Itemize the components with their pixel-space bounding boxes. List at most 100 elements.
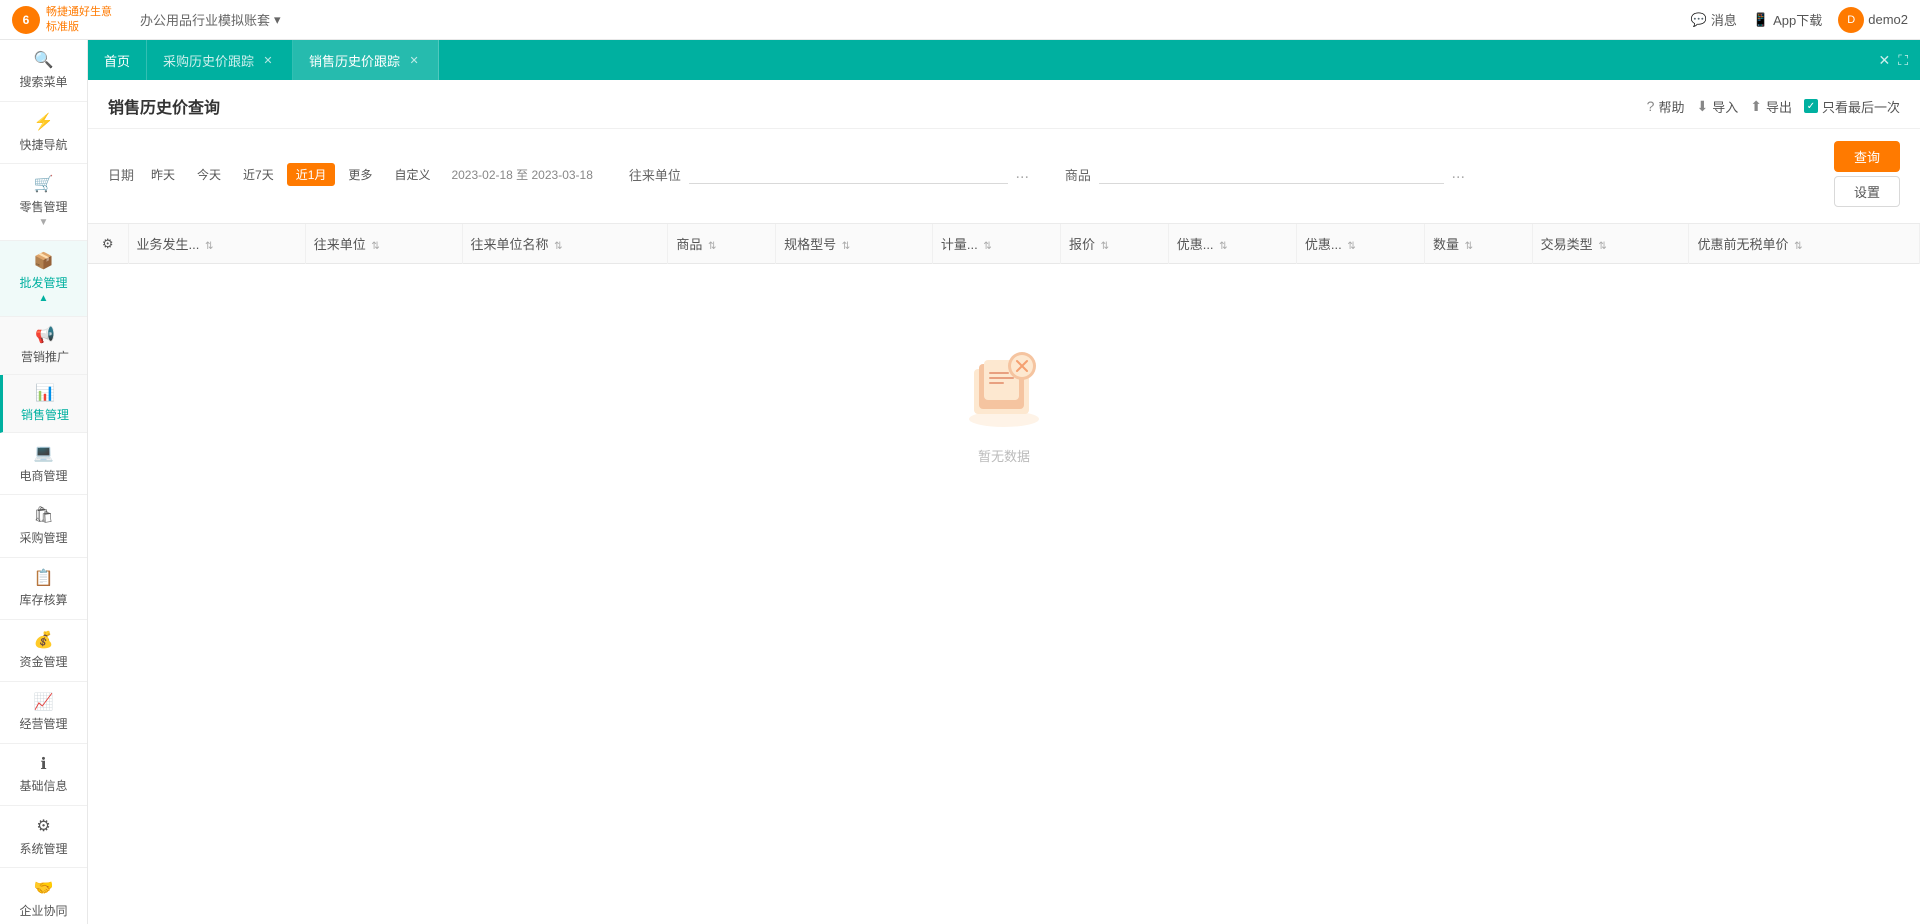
sort-icon: ⇅ xyxy=(708,241,716,252)
sort-icon: ⇅ xyxy=(1598,241,1606,252)
empty-text: 暂无数据 xyxy=(978,446,1030,465)
gear-icon: ⚙ xyxy=(36,816,50,838)
tab-close-all-icon[interactable]: ✕ xyxy=(1878,52,1890,69)
page-header-actions: ? 帮助 ⬇ 导入 ⬆ 导出 ✓ 只看最后一次 xyxy=(1647,97,1900,116)
empty-state: 暂无数据 xyxy=(88,264,1920,545)
app-title[interactable]: 办公用品行业模拟账套 ▾ xyxy=(140,10,281,29)
purchase-icon: 🛍 xyxy=(33,505,53,527)
sidebar-item-sales-mgmt[interactable]: 📊 销售管理 xyxy=(0,375,87,433)
tab-home[interactable]: 首页 xyxy=(88,40,147,80)
ecommerce-icon: 💻 xyxy=(34,443,54,465)
sidebar-item-ecommerce[interactable]: 💻 电商管理 xyxy=(0,433,87,495)
lightning-icon: ⚡ xyxy=(34,112,54,134)
col-quote[interactable]: 报价 ⇅ xyxy=(1061,224,1169,264)
sidebar-item-retail-mgmt[interactable]: 🛒 零售管理 ▼ xyxy=(0,164,87,240)
logo-icon: 6 xyxy=(12,6,40,34)
sort-icon: ⇅ xyxy=(371,241,379,252)
sidebar-item-search-menu[interactable]: 🔍 搜索菜单 xyxy=(0,40,87,102)
date-btn-custom[interactable]: 自定义 xyxy=(385,163,439,186)
col-product[interactable]: 商品 ⇅ xyxy=(668,224,776,264)
partner-dots[interactable]: ... xyxy=(1016,165,1029,183)
col-partner-code[interactable]: 往来单位 ⇅ xyxy=(305,224,462,264)
sidebar-item-inventory[interactable]: 📋 库存核算 xyxy=(0,558,87,620)
setting-button[interactable]: 设置 xyxy=(1834,176,1900,207)
app-download-btn[interactable]: 📱 App下载 xyxy=(1753,10,1822,29)
user-menu[interactable]: D demo2 xyxy=(1838,7,1908,33)
sidebar-item-quick-nav[interactable]: ⚡ 快捷导航 xyxy=(0,102,87,164)
sort-icon: ⇅ xyxy=(1794,241,1802,252)
product-filter: 商品 ... xyxy=(1065,164,1465,184)
partner-filter: 往来单位 ... xyxy=(629,164,1029,184)
info-icon: ℹ xyxy=(40,754,46,776)
table-container: ⚙ 业务发生... ⇅ 往来单位 ⇅ xyxy=(88,224,1920,545)
sort-icon: ⇅ xyxy=(983,241,991,252)
col-settings[interactable]: ⚙ xyxy=(88,224,128,264)
col-discount1[interactable]: 优惠... ⇅ xyxy=(1168,224,1296,264)
finance-icon: 💰 xyxy=(34,630,54,652)
sidebar-item-purchase[interactable]: 🛍 采购管理 xyxy=(0,495,87,557)
tab-sales-history[interactable]: 销售历史价跟踪 ✕ xyxy=(293,40,439,80)
content-inner: 销售历史价查询 ? 帮助 ⬇ 导入 ⬆ 导出 xyxy=(88,80,1920,924)
col-discount2[interactable]: 优惠... ⇅ xyxy=(1296,224,1424,264)
help-icon: ? xyxy=(1647,98,1655,114)
chevron-down-icon: ▼ xyxy=(39,216,49,230)
sidebar-item-enterprise-collab[interactable]: 🤝 企业协同 xyxy=(0,868,87,924)
content-area: 销售历史价查询 ? 帮助 ⬇ 导入 ⬆ 导出 xyxy=(88,80,1920,924)
tab-purchase-history[interactable]: 采购历史价跟踪 ✕ xyxy=(147,40,293,80)
col-quantity[interactable]: 数量 ⇅ xyxy=(1424,224,1532,264)
date-btn-today[interactable]: 今天 xyxy=(188,163,230,186)
sidebar-item-wholesale-mgmt[interactable]: 📦 批发管理 ▲ xyxy=(0,241,87,317)
top-bar-right: 💬 消息 📱 App下载 D demo2 xyxy=(1691,7,1908,33)
checkbox-icon: ✓ xyxy=(1804,99,1818,113)
col-pretax-price[interactable]: 优惠前无税单价 ⇅ xyxy=(1689,224,1920,264)
col-unit[interactable]: 计量... ⇅ xyxy=(932,224,1060,264)
avatar: D xyxy=(1838,7,1864,33)
tab-maximize-icon[interactable]: ⛶ xyxy=(1898,52,1908,69)
sort-icon: ⇅ xyxy=(205,241,213,252)
tab-close-sales[interactable]: ✕ xyxy=(406,52,422,68)
date-btn-last1month[interactable]: 近1月 xyxy=(287,163,336,186)
col-spec[interactable]: 规格型号 ⇅ xyxy=(776,224,933,264)
col-trade-type[interactable]: 交易类型 ⇅ xyxy=(1532,224,1689,264)
filter-section: 日期 昨天 今天 近7天 近1月 更多 自定义 2023-02-18 至 202… xyxy=(88,129,1920,224)
sidebar-item-finance[interactable]: 💰 资金管理 xyxy=(0,620,87,682)
box-icon: 📦 xyxy=(34,251,54,273)
empty-illustration xyxy=(954,344,1054,434)
product-input[interactable] xyxy=(1099,164,1444,184)
sidebar-item-marketing[interactable]: 📢 营销推广 xyxy=(0,317,87,375)
partner-label: 往来单位 xyxy=(629,165,681,184)
export-btn[interactable]: ⬆ 导出 xyxy=(1750,97,1792,116)
only-last-checkbox[interactable]: ✓ 只看最后一次 xyxy=(1804,97,1900,116)
date-label: 日期 xyxy=(108,165,134,184)
logo-area: 6 畅捷通好生意 标准版 xyxy=(12,5,112,34)
sidebar-item-system[interactable]: ⚙ 系统管理 xyxy=(0,806,87,868)
tab-close-purchase[interactable]: ✕ xyxy=(260,52,276,68)
message-btn[interactable]: 💬 消息 xyxy=(1691,10,1737,29)
filter-row-1: 日期 昨天 今天 近7天 近1月 更多 自定义 2023-02-18 至 202… xyxy=(108,141,1900,207)
top-bar-left: 6 畅捷通好生意 标准版 办公用品行业模拟账套 ▾ xyxy=(12,5,281,34)
ops-icon: 📈 xyxy=(34,692,54,714)
help-btn[interactable]: ? 帮助 xyxy=(1647,97,1685,116)
main-layout: 🔍 搜索菜单 ⚡ 快捷导航 🛒 零售管理 ▼ 📦 批发管理 ▲ 📢 营销推广 📊… xyxy=(0,40,1920,924)
date-range: 2023-02-18 至 2023-03-18 xyxy=(451,166,592,183)
sidebar-item-basic-info[interactable]: ℹ 基础信息 xyxy=(0,744,87,806)
date-btn-yesterday[interactable]: 昨天 xyxy=(142,163,184,186)
date-btn-more[interactable]: 更多 xyxy=(339,163,381,186)
partner-input[interactable] xyxy=(689,164,1008,184)
tab-bar: 首页 采购历史价跟踪 ✕ 销售历史价跟踪 ✕ ✕ ⛶ xyxy=(88,40,1920,80)
sort-icon: ⇅ xyxy=(842,241,850,252)
col-biz-date[interactable]: 业务发生... ⇅ xyxy=(128,224,305,264)
chevron-up-icon: ▲ xyxy=(39,292,49,306)
product-label: 商品 xyxy=(1065,165,1091,184)
import-btn[interactable]: ⬇ 导入 xyxy=(1696,97,1738,116)
settings-icon: ⚙ xyxy=(102,236,114,251)
col-partner-name[interactable]: 往来单位名称 ⇅ xyxy=(462,224,668,264)
inventory-icon: 📋 xyxy=(34,568,54,590)
product-dots[interactable]: ... xyxy=(1452,165,1465,183)
sidebar-item-ops[interactable]: 📈 经营管理 xyxy=(0,682,87,744)
sort-icon: ⇅ xyxy=(1219,241,1227,252)
import-icon: ⬇ xyxy=(1696,98,1708,115)
query-button[interactable]: 查询 xyxy=(1834,141,1900,172)
logo-text: 畅捷通好生意 标准版 xyxy=(46,5,112,34)
date-btn-last7[interactable]: 近7天 xyxy=(234,163,283,186)
